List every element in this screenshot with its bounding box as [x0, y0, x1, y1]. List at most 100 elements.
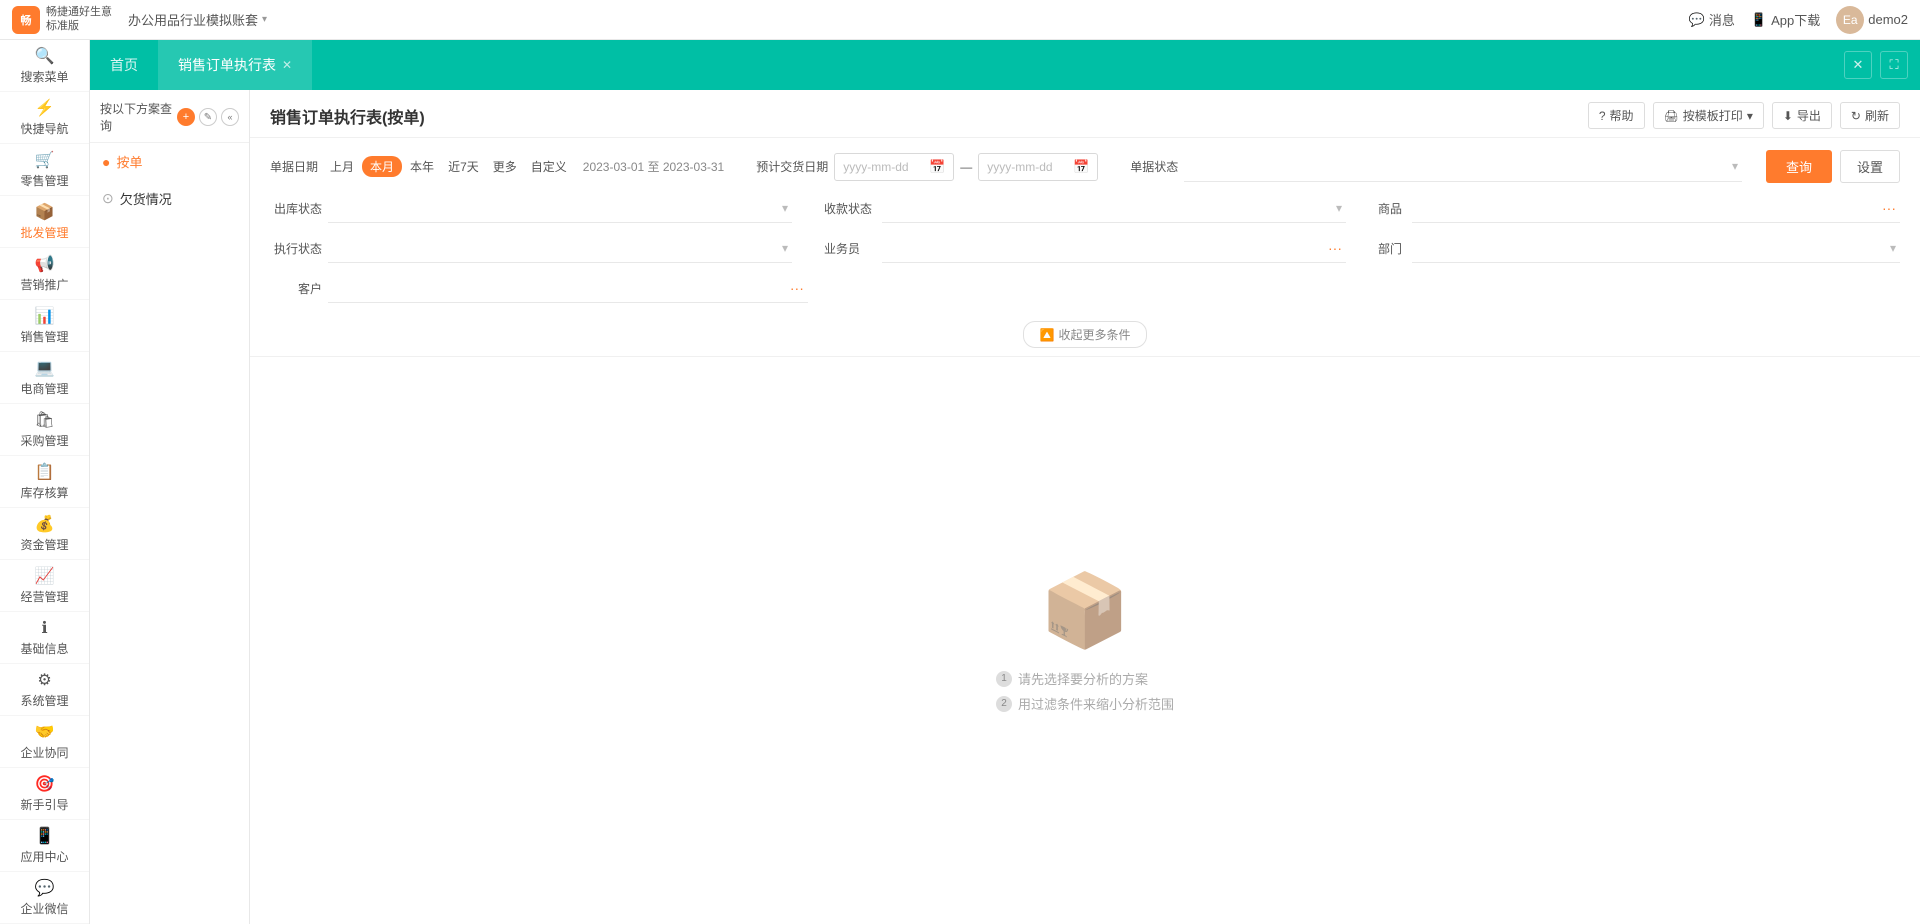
sidebar-item-marketing[interactable]: 📢 营销推广: [0, 248, 89, 300]
system-icon: ⚙: [37, 670, 51, 690]
debt-icon: ⊙: [102, 190, 114, 207]
salesman-dots-icon[interactable]: ···: [1328, 240, 1342, 256]
sidebar-item-wholesale[interactable]: 📦 批发管理: [0, 196, 89, 248]
status-label: 单据状态: [1130, 158, 1178, 175]
top-nav-right: 💬 消息 📱 App下载 Ea demo2: [1689, 6, 1908, 34]
tab-close-icon[interactable]: ✕: [282, 58, 292, 72]
step-1-badge: 1: [996, 671, 1012, 687]
query-button[interactable]: 查询: [1766, 150, 1832, 183]
messages-button[interactable]: 💬 消息: [1689, 10, 1735, 29]
customer-group: 客户 ···: [270, 273, 808, 303]
date-tab-this-year[interactable]: 本年: [404, 156, 440, 177]
dept-group: 部门 ▾: [1378, 233, 1900, 263]
sidebar-item-operation[interactable]: 📈 经营管理: [0, 560, 89, 612]
filter-row-2: 出库状态 ▾ 收款状态 ▾ 商品: [270, 193, 1900, 223]
edit-scheme-button[interactable]: ✎: [199, 108, 217, 126]
dept-select[interactable]: ▾: [1412, 233, 1900, 263]
lightning-icon: ⚡: [35, 98, 55, 118]
operation-icon: 📈: [35, 566, 55, 586]
date-tab-last7[interactable]: 近7天: [442, 156, 485, 177]
export-button[interactable]: ⬇ 导出: [1772, 102, 1832, 129]
expected-date-label: 预计交货日期: [756, 158, 828, 175]
tab-close-window-button[interactable]: ✕: [1844, 51, 1872, 79]
logo[interactable]: 畅 畅捷通好生意 标准版: [12, 6, 112, 34]
app-download-button[interactable]: 📱 App下载: [1751, 10, 1820, 29]
goods-select[interactable]: ···: [1412, 193, 1900, 223]
ecommerce-icon: 💻: [35, 358, 55, 378]
sidebar-item-inventory[interactable]: 📋 库存核算: [0, 456, 89, 508]
tab-maximize-button[interactable]: ⛶: [1880, 51, 1908, 79]
empty-state: 📦 1 请先选择要分析的方案 2 用过滤条件来缩小分析范围: [250, 357, 1920, 924]
sidebar-item-system[interactable]: ⚙ 系统管理: [0, 664, 89, 716]
collapse-up-icon: 🔼: [1040, 328, 1055, 342]
calendar-icon-2: 📅: [1073, 159, 1089, 175]
out-status-select[interactable]: ▾: [328, 193, 792, 223]
query-buttons: 查询 设置: [1766, 150, 1900, 183]
print-chevron-icon: ▾: [1747, 109, 1753, 123]
status-select[interactable]: ▾: [1184, 152, 1742, 182]
filter-area: 单据日期 上月 本月 本年 近7天 更多 自定义 2023-03-01 至 20…: [250, 138, 1920, 357]
date-tab-this-month[interactable]: 本月: [362, 156, 402, 177]
sidebar-item-quick-nav[interactable]: ⚡ 快捷导航: [0, 92, 89, 144]
left-panel-item-debt[interactable]: ⊙ 欠货情况: [90, 180, 249, 217]
tab-sales-order[interactable]: 销售订单执行表 ✕: [158, 40, 312, 90]
sidebar-item-purchase[interactable]: 🛍 采购管理: [0, 404, 89, 456]
customer-dots-icon[interactable]: ···: [790, 280, 804, 296]
help-button[interactable]: ? 帮助: [1588, 102, 1645, 129]
user-profile[interactable]: Ea demo2: [1836, 6, 1908, 34]
date-tab-custom[interactable]: 自定义: [525, 156, 573, 177]
sidebar-item-apps[interactable]: 📱 应用中心: [0, 820, 89, 872]
sidebar-item-finance[interactable]: 💰 资金管理: [0, 508, 89, 560]
filter-row-3: 执行状态 ▾ 业务员 ··· 部门: [270, 233, 1900, 263]
app-selector[interactable]: 办公用品行业模拟账套 ▾: [128, 10, 267, 29]
out-status-group: 出库状态 ▾: [270, 193, 792, 223]
wholesale-icon: 📦: [35, 202, 55, 222]
newbie-icon: 🎯: [35, 774, 55, 794]
salesman-group: 业务员 ···: [824, 233, 1346, 263]
exec-status-select[interactable]: ▾: [328, 233, 792, 263]
main-layout: 🔍 搜索菜单 ⚡ 快捷导航 🛒 零售管理 📦 批发管理 📢 营销推广 📊 销售管…: [0, 40, 1920, 924]
add-scheme-button[interactable]: +: [177, 108, 195, 126]
sidebar-item-cooperation[interactable]: 🤝 企业协同: [0, 716, 89, 768]
refresh-button[interactable]: ↻ 刷新: [1840, 102, 1900, 129]
date-label: 单据日期: [270, 158, 318, 175]
sidebar-item-search-menu[interactable]: 🔍 搜索菜单: [0, 40, 89, 92]
expected-date-end-input[interactable]: yyyy-mm-dd 📅: [978, 153, 1098, 181]
collect-status-label: 收款状态: [824, 200, 876, 217]
left-panel-item-press[interactable]: ● 按单: [90, 143, 249, 180]
sidebar-item-basic[interactable]: ℹ 基础信息: [0, 612, 89, 664]
page-header: 销售订单执行表(按单) ? 帮助 🖨 按模板打印 ▾ ⬇: [250, 90, 1920, 138]
right-panel: 销售订单执行表(按单) ? 帮助 🖨 按模板打印 ▾ ⬇: [250, 90, 1920, 924]
expected-date-start-input[interactable]: yyyy-mm-dd 📅: [834, 153, 954, 181]
page-title: 销售订单执行表(按单): [270, 104, 425, 128]
print-button[interactable]: 🖨 按模板打印 ▾: [1653, 102, 1764, 129]
collapse-panel-button[interactable]: «: [221, 108, 239, 126]
tab-home[interactable]: 首页: [90, 40, 158, 90]
sidebar-item-retail[interactable]: 🛒 零售管理: [0, 144, 89, 196]
sidebar-item-wechat[interactable]: 💬 企业微信: [0, 872, 89, 924]
sidebar-item-sales[interactable]: 📊 销售管理: [0, 300, 89, 352]
collect-status-select[interactable]: ▾: [882, 193, 1346, 223]
customer-select[interactable]: ···: [328, 273, 808, 303]
help-icon: ?: [1599, 109, 1606, 123]
goods-label: 商品: [1378, 200, 1406, 217]
date-separator: —: [960, 160, 972, 174]
sales-icon: 📊: [35, 306, 55, 326]
retail-icon: 🛒: [35, 150, 55, 170]
date-tab-prev-month[interactable]: 上月: [324, 156, 360, 177]
goods-dots-icon[interactable]: ···: [1882, 200, 1896, 216]
sidebar: 🔍 搜索菜单 ⚡ 快捷导航 🛒 零售管理 📦 批发管理 📢 营销推广 📊 销售管…: [0, 40, 90, 924]
sidebar-item-ecommerce[interactable]: 💻 电商管理: [0, 352, 89, 404]
collapse-filter-button[interactable]: 🔼 收起更多条件: [1023, 321, 1148, 348]
out-status-label: 出库状态: [270, 200, 322, 217]
empty-text-1: 1 请先选择要分析的方案: [996, 669, 1174, 688]
sidebar-item-newbie[interactable]: 🎯 新手引导: [0, 768, 89, 820]
logo-icon: 畅: [12, 6, 40, 34]
export-icon: ⬇: [1783, 109, 1793, 123]
settings-button[interactable]: 设置: [1840, 150, 1900, 183]
inventory-icon: 📋: [35, 462, 55, 482]
date-tabs: 上月 本月 本年 近7天 更多 自定义: [324, 156, 573, 177]
download-icon: 📱: [1751, 12, 1767, 28]
salesman-select[interactable]: ···: [882, 233, 1346, 263]
date-tab-more[interactable]: 更多: [487, 156, 523, 177]
